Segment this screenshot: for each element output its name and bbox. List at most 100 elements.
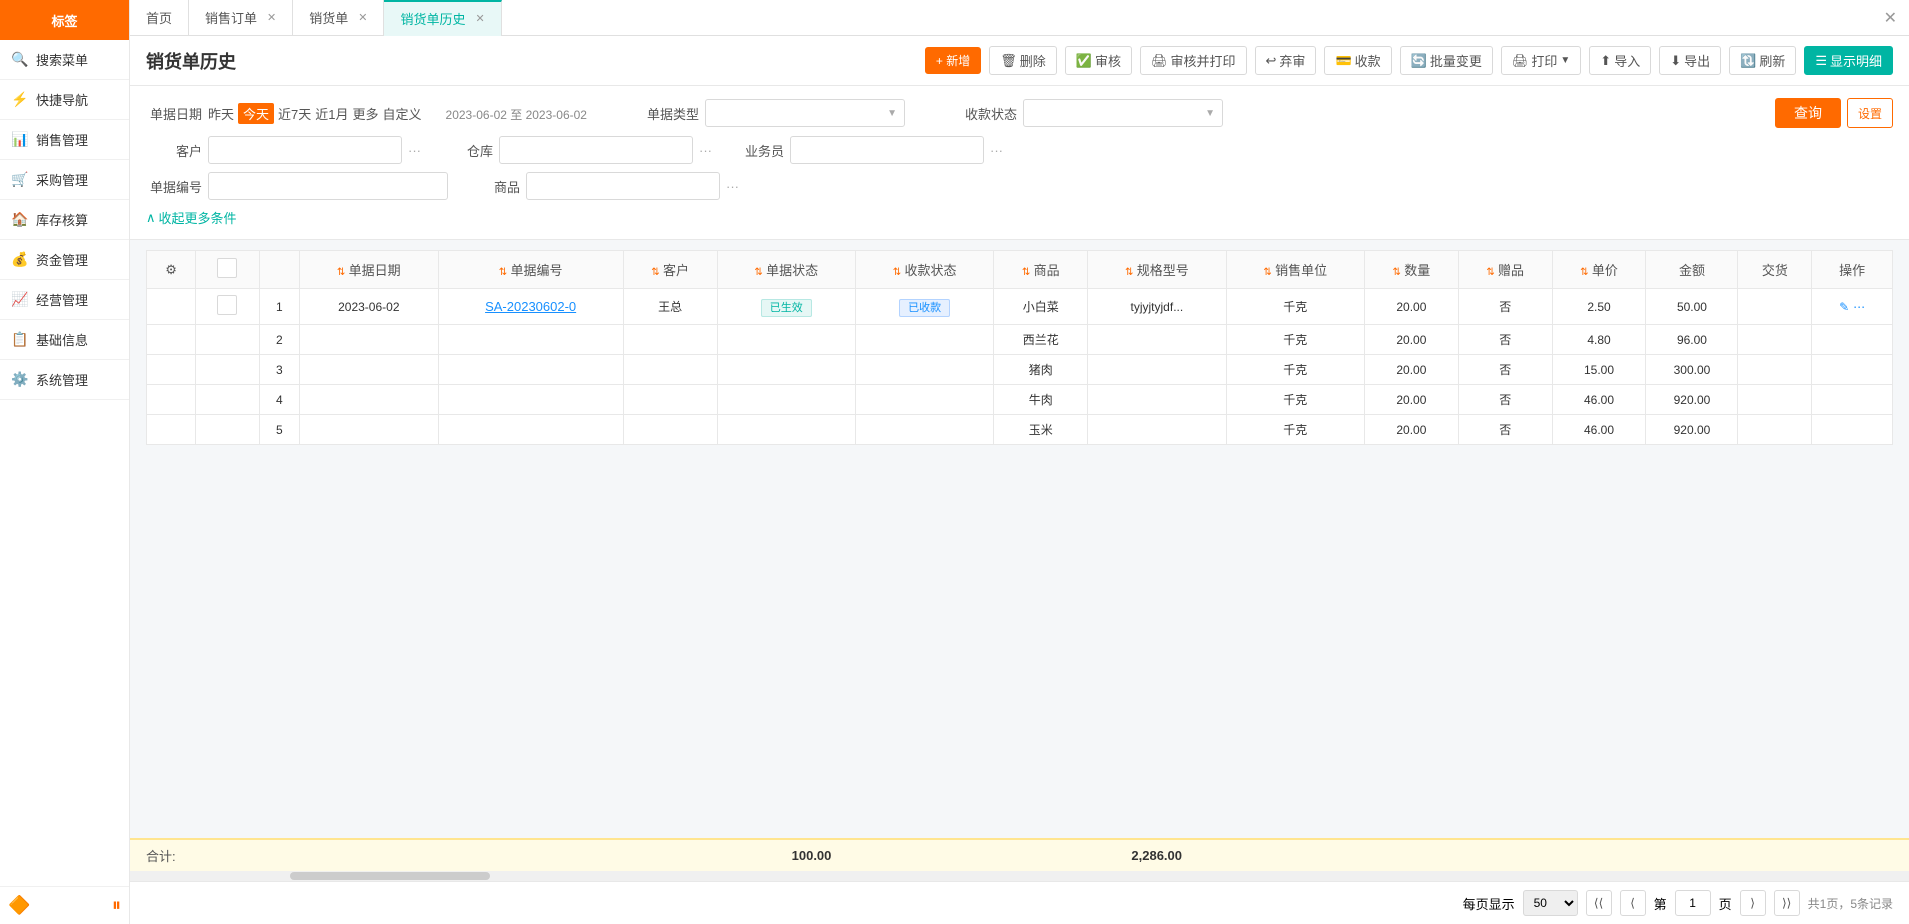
col-docno[interactable]: ⇅ 单据编号 (438, 251, 623, 289)
row-status-cell (717, 415, 855, 445)
import-button[interactable]: ⬆ 导入 (1589, 46, 1651, 75)
col-customer[interactable]: ⇅ 客户 (623, 251, 717, 289)
row-check-cell[interactable] (196, 415, 259, 445)
warehouse-input[interactable] (499, 136, 693, 164)
goods-dots[interactable]: ··· (726, 179, 739, 194)
date-quick-custom[interactable]: 自定义 (383, 104, 422, 123)
customer-label: 客户 (146, 141, 202, 160)
abandon-button[interactable]: ↩ 弃审 (1255, 46, 1317, 75)
sidebar-logo: 标签 (0, 0, 129, 40)
sidebar-item-system-mgmt[interactable]: ⚙️ 系统管理 (0, 360, 129, 400)
col-goods[interactable]: ⇅ 商品 (994, 251, 1088, 289)
salesperson-dots[interactable]: ··· (990, 143, 1003, 158)
horizontal-scrollbar[interactable] (130, 871, 1909, 881)
tab-home[interactable]: 首页 (130, 0, 189, 36)
delete-button[interactable]: 🗑 删除 (989, 46, 1057, 75)
col-spec[interactable]: ⇅ 规格型号 (1088, 251, 1226, 289)
docno-input[interactable] (208, 172, 448, 200)
tab-sales-history-close[interactable]: ✕ (476, 12, 485, 25)
type-select[interactable] (705, 99, 905, 127)
salesperson-input[interactable] (790, 136, 984, 164)
col-amount: 金额 (1646, 251, 1738, 289)
sidebar-bottom-btn-2[interactable]: ⏸ (112, 895, 121, 916)
sidebar-item-finance[interactable]: 💰 资金管理 (0, 240, 129, 280)
col-check[interactable] (196, 251, 259, 289)
warehouse-dots[interactable]: ··· (699, 143, 712, 158)
date-quick-yesterday[interactable]: 昨天 (208, 104, 234, 123)
page-next-button[interactable]: ⟩ (1740, 890, 1766, 916)
row-checkbox[interactable] (217, 295, 237, 315)
col-unit[interactable]: ⇅ 销售单位 (1226, 251, 1364, 289)
customer-dots[interactable]: ··· (408, 143, 421, 158)
row-check-cell[interactable] (196, 289, 259, 325)
row-check-cell[interactable] (196, 325, 259, 355)
scrollbar-thumb[interactable] (290, 872, 490, 880)
payment-select[interactable] (1023, 99, 1223, 127)
row-docno-cell (438, 415, 623, 445)
col-price[interactable]: ⇅ 单价 (1552, 251, 1646, 289)
sidebar-item-purchase-mgmt[interactable]: 🛒 采购管理 (0, 160, 129, 200)
row-amount-cell: 96.00 (1646, 325, 1738, 355)
date-quick-more[interactable]: 更多 (353, 104, 379, 123)
row-pay-status-cell (855, 325, 993, 355)
row-check-cell[interactable] (196, 355, 259, 385)
page-last-button[interactable]: ⟩⟩ (1774, 890, 1800, 916)
new-button[interactable]: + 新增 (925, 47, 981, 74)
col-gift[interactable]: ⇅ 赠品 (1458, 251, 1552, 289)
tab-close-all-button[interactable]: ✕ (1872, 8, 1909, 28)
query-button[interactable]: 查询 (1775, 98, 1841, 128)
settings-button[interactable]: 设置 (1847, 98, 1893, 128)
tab-sales-history[interactable]: 销货单历史 ✕ (384, 0, 501, 36)
batch-change-button[interactable]: 🔄 批量变更 (1400, 46, 1493, 75)
tab-sales-order-close[interactable]: ✕ (267, 11, 276, 24)
row-date-cell (300, 415, 438, 445)
page-input[interactable] (1675, 890, 1711, 916)
goods-input[interactable] (526, 172, 720, 200)
tab-sales-delivery-close[interactable]: ✕ (358, 11, 367, 24)
col-doc-status[interactable]: ⇅ 单据状态 (717, 251, 855, 289)
table-gear-icon[interactable]: ⚙ (165, 262, 177, 277)
date-quick-7days[interactable]: 近7天 (278, 104, 311, 123)
action-more-btn[interactable]: ⋯ (1853, 300, 1865, 314)
page-size-select[interactable]: 50 100 200 (1523, 890, 1578, 916)
sort-gift-icon: ⇅ (1486, 267, 1494, 278)
page-label: 第 (1654, 894, 1667, 913)
approve-print-button[interactable]: 🖨 审核并打印 (1140, 46, 1247, 75)
collect-button[interactable]: 💳 收款 (1324, 46, 1391, 75)
collapse-button[interactable]: ∧ 收起更多条件 (146, 208, 1893, 227)
col-gear[interactable]: ⚙ (147, 251, 196, 289)
col-date[interactable]: ⇅ 单据日期 (300, 251, 438, 289)
date-quick-today[interactable]: 今天 (238, 103, 274, 124)
sidebar-item-basic-info[interactable]: 📋 基础信息 (0, 320, 129, 360)
print-button[interactable]: 🖨 打印 ▼ (1501, 46, 1581, 75)
sidebar-item-search-menu[interactable]: 🔍 搜索菜单 (0, 40, 129, 80)
page-first-button[interactable]: ⟨⟨ (1586, 890, 1612, 916)
row-check-cell[interactable] (196, 385, 259, 415)
row-docno-cell[interactable]: SA-20230602-0 (438, 289, 623, 325)
date-quick-1month[interactable]: 近1月 (315, 104, 348, 123)
tab-sales-order[interactable]: 销售订单 ✕ (189, 0, 293, 36)
export-button[interactable]: ⬇ 导出 (1659, 46, 1721, 75)
customer-input[interactable] (208, 136, 402, 164)
show-detail-button[interactable]: ☰ 显示明细 (1804, 46, 1893, 75)
row-goods-cell: 猪肉 (994, 355, 1088, 385)
sidebar-item-quick-nav[interactable]: ⚡ 快捷导航 (0, 80, 129, 120)
page-prev-button[interactable]: ⟨ (1620, 890, 1646, 916)
row-pay-status-cell (855, 415, 993, 445)
check-all-checkbox[interactable] (217, 258, 237, 278)
tab-sales-delivery[interactable]: 销货单 ✕ (293, 0, 384, 36)
col-pay-status[interactable]: ⇅ 收款状态 (855, 251, 993, 289)
row-gear-cell (147, 415, 196, 445)
action-edit-btn[interactable]: ✎ (1839, 300, 1849, 314)
sidebar-item-label: 基础信息 (36, 330, 88, 349)
sidebar-item-sales-mgmt[interactable]: 📊 销售管理 (0, 120, 129, 160)
approve-button[interactable]: ✅ 审核 (1065, 46, 1132, 75)
sidebar-bottom-btn-1[interactable]: 🔶 (8, 895, 30, 916)
sidebar-item-label: 库存核算 (36, 210, 88, 229)
sidebar-item-operations[interactable]: 📈 经营管理 (0, 280, 129, 320)
refresh-button[interactable]: 🔃 刷新 (1729, 46, 1796, 75)
doc-no-link[interactable]: SA-20230602-0 (485, 299, 576, 314)
sidebar-item-inventory[interactable]: 🏠 库存核算 (0, 200, 129, 240)
sort-unit-icon: ⇅ (1263, 267, 1271, 278)
col-qty[interactable]: ⇅ 数量 (1364, 251, 1458, 289)
